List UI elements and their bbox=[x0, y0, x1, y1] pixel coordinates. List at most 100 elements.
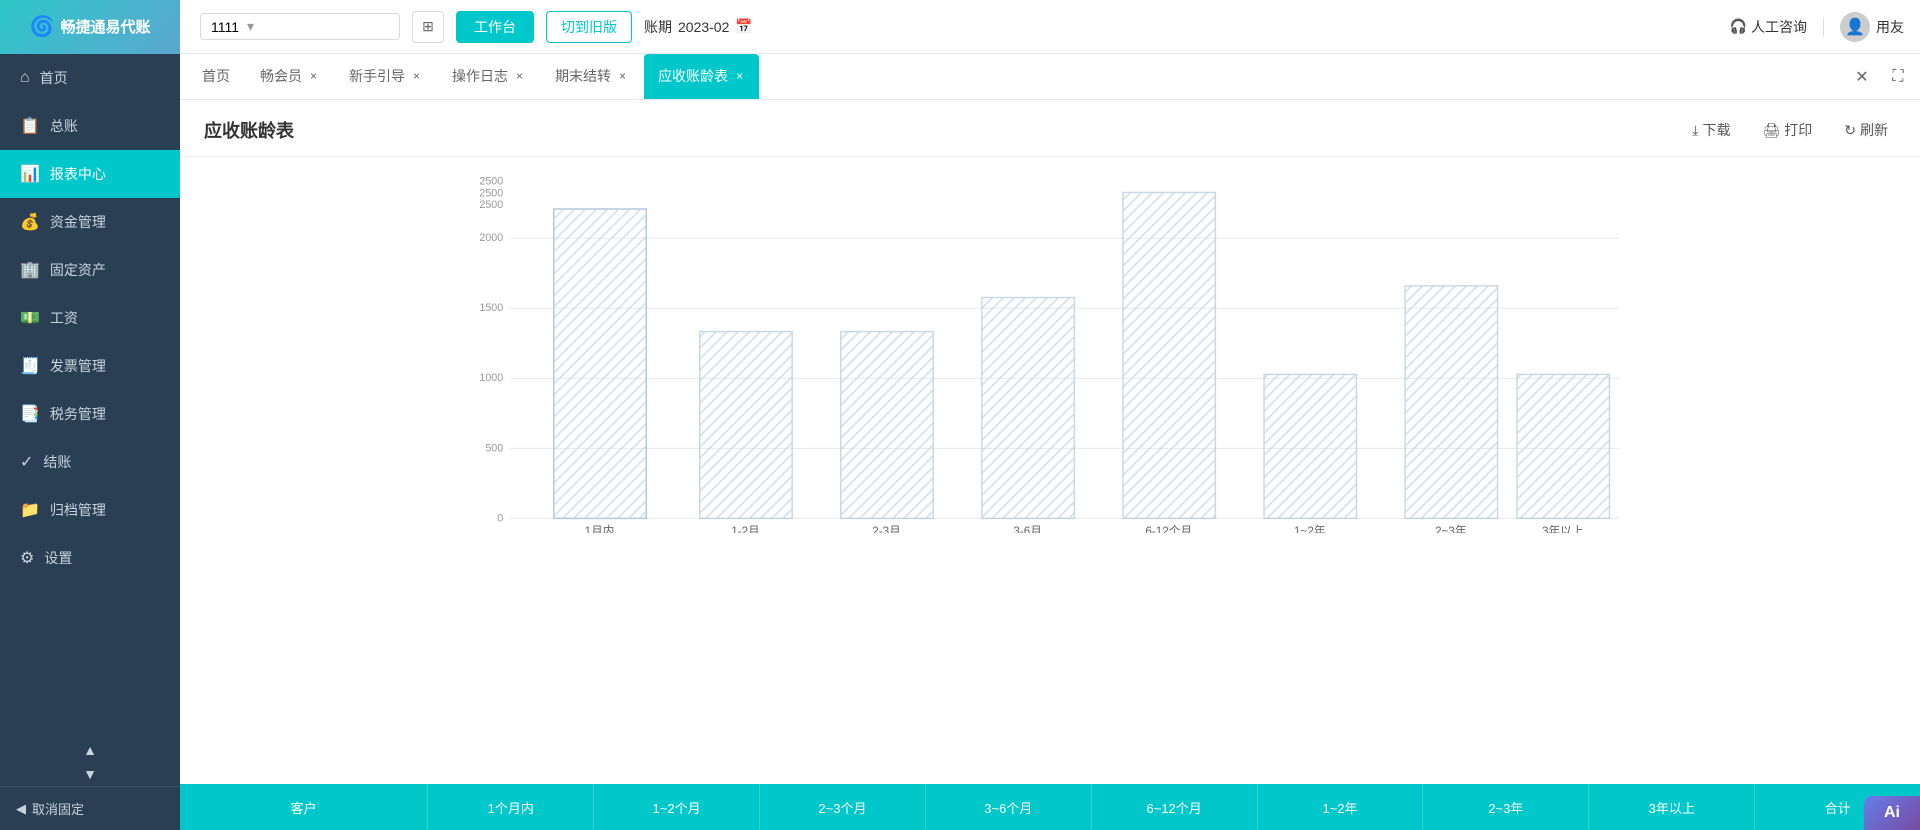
archive-icon: 📁 bbox=[20, 500, 40, 520]
print-button[interactable]: 🖨 打印 bbox=[1754, 116, 1820, 144]
tab-label: 畅会员 bbox=[260, 66, 302, 86]
avatar: 👤 bbox=[1840, 12, 1870, 42]
period-area: 账期 2023-02 📅 bbox=[644, 17, 753, 37]
print-label: 打印 bbox=[1784, 120, 1812, 140]
tab-close-icon[interactable]: × bbox=[617, 69, 628, 83]
close-tab-button[interactable]: ✕ bbox=[1848, 63, 1876, 91]
sidebar-item-reports[interactable]: 📊 报表中心 bbox=[0, 150, 180, 198]
sidebar-item-fixed[interactable]: 🏢 固定资产 bbox=[0, 246, 180, 294]
ledger-icon: 📋 bbox=[20, 116, 40, 136]
svg-text:3年以上: 3年以上 bbox=[1542, 524, 1584, 533]
calendar-icon[interactable]: 📅 bbox=[735, 18, 752, 35]
tab-close-icon[interactable]: × bbox=[308, 69, 319, 83]
service-label: 人工咨询 bbox=[1751, 17, 1807, 37]
page-content: 应收账龄表 ⤓ 下载 🖨 打印 ↻ 刷新 bbox=[180, 100, 1920, 830]
copy-button[interactable]: ⊞ bbox=[412, 11, 444, 43]
sidebar-item-ledger[interactable]: 📋 总账 bbox=[0, 102, 180, 150]
tab-close-icon[interactable]: × bbox=[514, 69, 525, 83]
home-icon: ⌂ bbox=[20, 69, 30, 87]
chevron-down-icon: ▾ bbox=[247, 18, 254, 35]
page-title: 应收账龄表 bbox=[204, 117, 294, 143]
tab-label: 期末结转 bbox=[555, 66, 611, 86]
refresh-label: 刷新 bbox=[1860, 120, 1888, 140]
tab-ar-aging[interactable]: 应收账龄表 × bbox=[644, 54, 759, 99]
sidebar-scroll-down[interactable]: ▼ bbox=[79, 762, 101, 786]
tab-oplog[interactable]: 操作日志 × bbox=[438, 54, 539, 99]
sidebar-item-label: 固定资产 bbox=[50, 260, 106, 280]
sidebar-item-label: 总账 bbox=[50, 116, 78, 136]
sidebar-item-invoice[interactable]: 🧾 发票管理 bbox=[0, 342, 180, 390]
svg-text:3-6月: 3-6月 bbox=[1013, 525, 1042, 533]
refresh-icon: ↻ bbox=[1844, 122, 1856, 139]
app-logo: 🌀 畅捷通易代账 bbox=[0, 0, 180, 54]
copy-icon: ⊞ bbox=[422, 18, 434, 35]
sidebar-pin-toggle[interactable]: ◀ 取消固定 bbox=[0, 786, 180, 830]
refresh-button[interactable]: ↻ 刷新 bbox=[1836, 116, 1896, 144]
sidebar-item-salary[interactable]: 💵 工资 bbox=[0, 294, 180, 342]
workbench-button[interactable]: 工作台 bbox=[456, 11, 534, 43]
funds-icon: 💰 bbox=[20, 212, 40, 232]
company-selector[interactable]: 1111 ▾ bbox=[200, 13, 400, 40]
svg-text:1500: 1500 bbox=[479, 302, 503, 314]
svg-text:500: 500 bbox=[485, 442, 503, 454]
sidebar-scroll-up[interactable]: ▲ bbox=[79, 738, 101, 762]
username: 用友 bbox=[1876, 17, 1904, 37]
pin-label: 取消固定 bbox=[32, 799, 84, 818]
service-area[interactable]: 🎧 人工咨询 bbox=[1730, 17, 1807, 37]
svg-text:2~3年: 2~3年 bbox=[1435, 524, 1467, 533]
switch-version-button[interactable]: 切到旧版 bbox=[546, 11, 632, 43]
chart-area: 0 500 1000 1500 2000 2500 2500 2500 bbox=[180, 157, 1920, 784]
th-2-3year: 2~3年 bbox=[1423, 784, 1589, 830]
sidebar-item-archive[interactable]: 📁 归档管理 bbox=[0, 486, 180, 534]
svg-text:0: 0 bbox=[497, 512, 503, 524]
tab-label: 新手引导 bbox=[349, 66, 405, 86]
svg-text:2500: 2500 bbox=[479, 176, 503, 188]
tab-bar: 首页 畅会员 × 新手引导 × 操作日志 × 期末结转 × bbox=[180, 54, 1920, 100]
tab-member[interactable]: 畅会员 × bbox=[246, 54, 333, 99]
tab-home[interactable]: 首页 bbox=[188, 54, 244, 99]
sidebar-item-funds[interactable]: 💰 资金管理 bbox=[0, 198, 180, 246]
th-2-3month: 2~3个月 bbox=[760, 784, 926, 830]
svg-text:6-12个月: 6-12个月 bbox=[1145, 525, 1192, 533]
sidebar-item-home[interactable]: ⌂ 首页 bbox=[0, 54, 180, 102]
settings-icon: ⚙ bbox=[20, 548, 34, 568]
expand-tab-button[interactable]: ⛶ bbox=[1884, 63, 1912, 91]
download-label: 下载 bbox=[1702, 120, 1730, 140]
th-1month: 1个月内 bbox=[428, 784, 594, 830]
reports-icon: 📊 bbox=[20, 164, 40, 184]
tab-period-end[interactable]: 期末结转 × bbox=[541, 54, 642, 99]
period-label: 账期 bbox=[644, 17, 672, 37]
svg-text:1000: 1000 bbox=[479, 372, 503, 384]
tab-label: 首页 bbox=[202, 66, 230, 86]
sidebar-item-label: 报表中心 bbox=[50, 164, 106, 184]
bar-chart: 0 500 1000 1500 2000 2500 2500 2500 bbox=[204, 173, 1896, 533]
sidebar-item-checkout[interactable]: ✓ 结账 bbox=[0, 438, 180, 486]
svg-text:1月内: 1月内 bbox=[585, 524, 615, 533]
print-icon: 🖨 bbox=[1762, 122, 1780, 139]
svg-text:1-2月: 1-2月 bbox=[731, 525, 760, 533]
tab-close-icon[interactable]: × bbox=[734, 69, 745, 83]
divider bbox=[1823, 17, 1824, 37]
user-info[interactable]: 👤 用友 bbox=[1840, 12, 1904, 42]
logo-icon: 🌀 bbox=[30, 14, 55, 39]
tab-close-icon[interactable]: × bbox=[411, 69, 422, 83]
th-1-2month: 1~2个月 bbox=[594, 784, 760, 830]
sidebar-item-label: 结账 bbox=[43, 452, 71, 472]
table-header: 客户 1个月内 1~2个月 2~3个月 3~6个月 6~12个月 1~2年 2~… bbox=[180, 784, 1920, 830]
sidebar-item-tax[interactable]: 📑 税务管理 bbox=[0, 390, 180, 438]
page-header: 应收账龄表 ⤓ 下载 🖨 打印 ↻ 刷新 bbox=[180, 100, 1920, 157]
svg-text:2000: 2000 bbox=[479, 232, 503, 244]
content-area: 首页 畅会员 × 新手引导 × 操作日志 × 期末结转 × bbox=[180, 54, 1920, 830]
svg-text:2500: 2500 bbox=[479, 187, 503, 199]
download-icon: ⤓ bbox=[1692, 122, 1698, 139]
tab-guide[interactable]: 新手引导 × bbox=[335, 54, 436, 99]
checkout-icon: ✓ bbox=[20, 452, 33, 472]
th-3-6month: 3~6个月 bbox=[926, 784, 1092, 830]
download-button[interactable]: ⤓ 下载 bbox=[1684, 116, 1738, 144]
company-name: 1111 bbox=[211, 19, 239, 35]
ai-badge[interactable]: Ai bbox=[1864, 796, 1920, 830]
th-1-2year: 1~2年 bbox=[1258, 784, 1424, 830]
sidebar-item-settings[interactable]: ⚙ 设置 bbox=[0, 534, 180, 582]
pin-icon: ◀ bbox=[16, 801, 26, 817]
tab-actions: ✕ ⛶ bbox=[1848, 63, 1912, 91]
